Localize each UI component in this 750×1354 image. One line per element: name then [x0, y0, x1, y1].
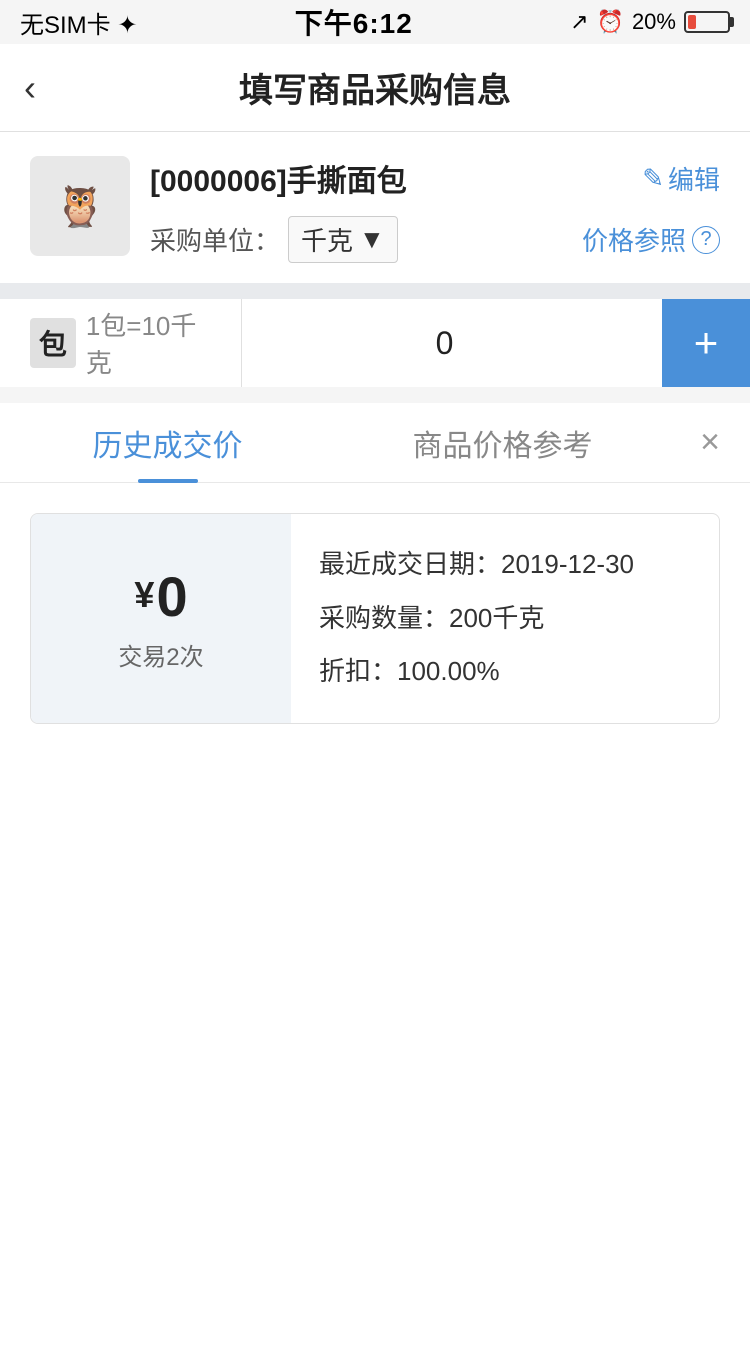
- edit-button[interactable]: ✎ 编辑: [642, 160, 720, 197]
- page-title: 填写商品采购信息: [239, 63, 511, 112]
- plus-icon: +: [694, 319, 719, 367]
- dropdown-arrow-icon: ▼: [359, 224, 385, 255]
- status-time: 下午6:12: [295, 2, 413, 42]
- close-icon: ×: [700, 423, 720, 462]
- price-card-right: 最近成交日期：2019-12-30 采购数量：200千克 折扣：100.00%: [291, 514, 719, 723]
- quantity-section: 包 1包=10千克 +: [0, 299, 750, 387]
- unit-row: 采购单位： 千克 ▼ 价格参照 ?: [150, 216, 720, 263]
- tab-history-price-label: 历史成交价: [93, 421, 243, 465]
- price-ref-label: 价格参照: [582, 221, 686, 258]
- price-card-left: ¥ 0 交易2次: [31, 514, 291, 723]
- quantity-unit-label: 包 1包=10千克: [0, 306, 241, 380]
- tab-section: 历史成交价 商品价格参考 × ¥ 0 交易2次 最近成交日期：2019-12-3…: [0, 403, 750, 754]
- status-right: ↗ ⏰ 20%: [570, 9, 730, 35]
- history-price-content: ¥ 0 交易2次 最近成交日期：2019-12-30 采购数量：200千克 折扣…: [0, 483, 750, 754]
- price-reference-button[interactable]: 价格参照 ?: [582, 221, 720, 258]
- section-divider: [0, 283, 750, 299]
- recent-date-label: 最近成交日期：: [319, 549, 501, 579]
- tab-bar: 历史成交价 商品价格参考 ×: [0, 403, 750, 483]
- product-header: [0000006]手撕面包 ✎ 编辑: [150, 156, 720, 200]
- tab-product-price-ref[interactable]: 商品价格参考: [335, 403, 670, 483]
- quantity-unit-icon: 包: [30, 318, 76, 368]
- recent-date-value: 2019-12-30: [501, 549, 634, 579]
- price-value: 0: [156, 564, 187, 629]
- purchase-qty-label: 采购数量：: [319, 603, 449, 633]
- back-icon: ‹: [24, 67, 36, 108]
- price-amount: ¥ 0: [134, 564, 187, 629]
- product-thumbnail: 🦉: [30, 156, 130, 256]
- battery-percent: 20%: [632, 9, 676, 35]
- price-trades-count: 交易2次: [118, 637, 203, 672]
- product-name: [0000006]手撕面包: [150, 156, 407, 200]
- product-info: [0000006]手撕面包 ✎ 编辑 采购单位： 千克 ▼ 价格参照 ?: [150, 156, 720, 263]
- edit-label: 编辑: [668, 160, 720, 197]
- info-icon: ?: [692, 226, 720, 254]
- currency-symbol: ¥: [134, 574, 154, 616]
- price-card: ¥ 0 交易2次 最近成交日期：2019-12-30 采购数量：200千克 折扣…: [30, 513, 720, 724]
- product-title: 手撕面包: [287, 165, 407, 198]
- quantity-input[interactable]: [242, 299, 662, 387]
- discount-value: 100.00%: [397, 656, 500, 686]
- quantity-plus-button[interactable]: +: [662, 299, 750, 387]
- nav-bar: ‹ 填写商品采购信息: [0, 44, 750, 132]
- bottom-area: [0, 754, 750, 1354]
- quantity-unit-conversion: 1包=10千克: [86, 306, 211, 380]
- product-section: 🦉 [0000006]手撕面包 ✎ 编辑 采购单位： 千克 ▼: [0, 132, 750, 283]
- unit-label: 采购单位：: [150, 221, 280, 258]
- recent-date-row: 最近成交日期：2019-12-30: [319, 544, 691, 586]
- purchase-qty-value: 200千克: [449, 603, 544, 633]
- product-id: [0000006]: [150, 165, 287, 198]
- product-logo-icon: 🦉: [55, 183, 105, 230]
- back-button[interactable]: ‹: [24, 67, 36, 109]
- unit-select-dropdown[interactable]: 千克 ▼: [288, 216, 398, 263]
- quantity-input-area: +: [241, 299, 750, 387]
- product-row: 🦉 [0000006]手撕面包 ✎ 编辑 采购单位： 千克 ▼: [30, 156, 720, 263]
- discount-row: 折扣：100.00%: [319, 651, 691, 693]
- purchase-qty-row: 采购数量：200千克: [319, 598, 691, 640]
- tab-history-price[interactable]: 历史成交价: [0, 403, 335, 483]
- edit-icon: ✎: [642, 163, 664, 194]
- battery-icon: [684, 11, 730, 33]
- unit-value: 千克: [301, 221, 353, 258]
- location-icon: ↗: [570, 9, 588, 35]
- carrier-text: 无SIM卡 ✦: [20, 5, 137, 40]
- status-bar: 无SIM卡 ✦ 下午6:12 ↗ ⏰ 20%: [0, 0, 750, 44]
- tab-product-price-ref-label: 商品价格参考: [413, 421, 593, 465]
- status-carrier: 无SIM卡 ✦: [20, 5, 137, 40]
- alarm-icon: ⏰: [597, 9, 624, 35]
- discount-label: 折扣：: [319, 656, 397, 686]
- tab-close-button[interactable]: ×: [670, 403, 750, 483]
